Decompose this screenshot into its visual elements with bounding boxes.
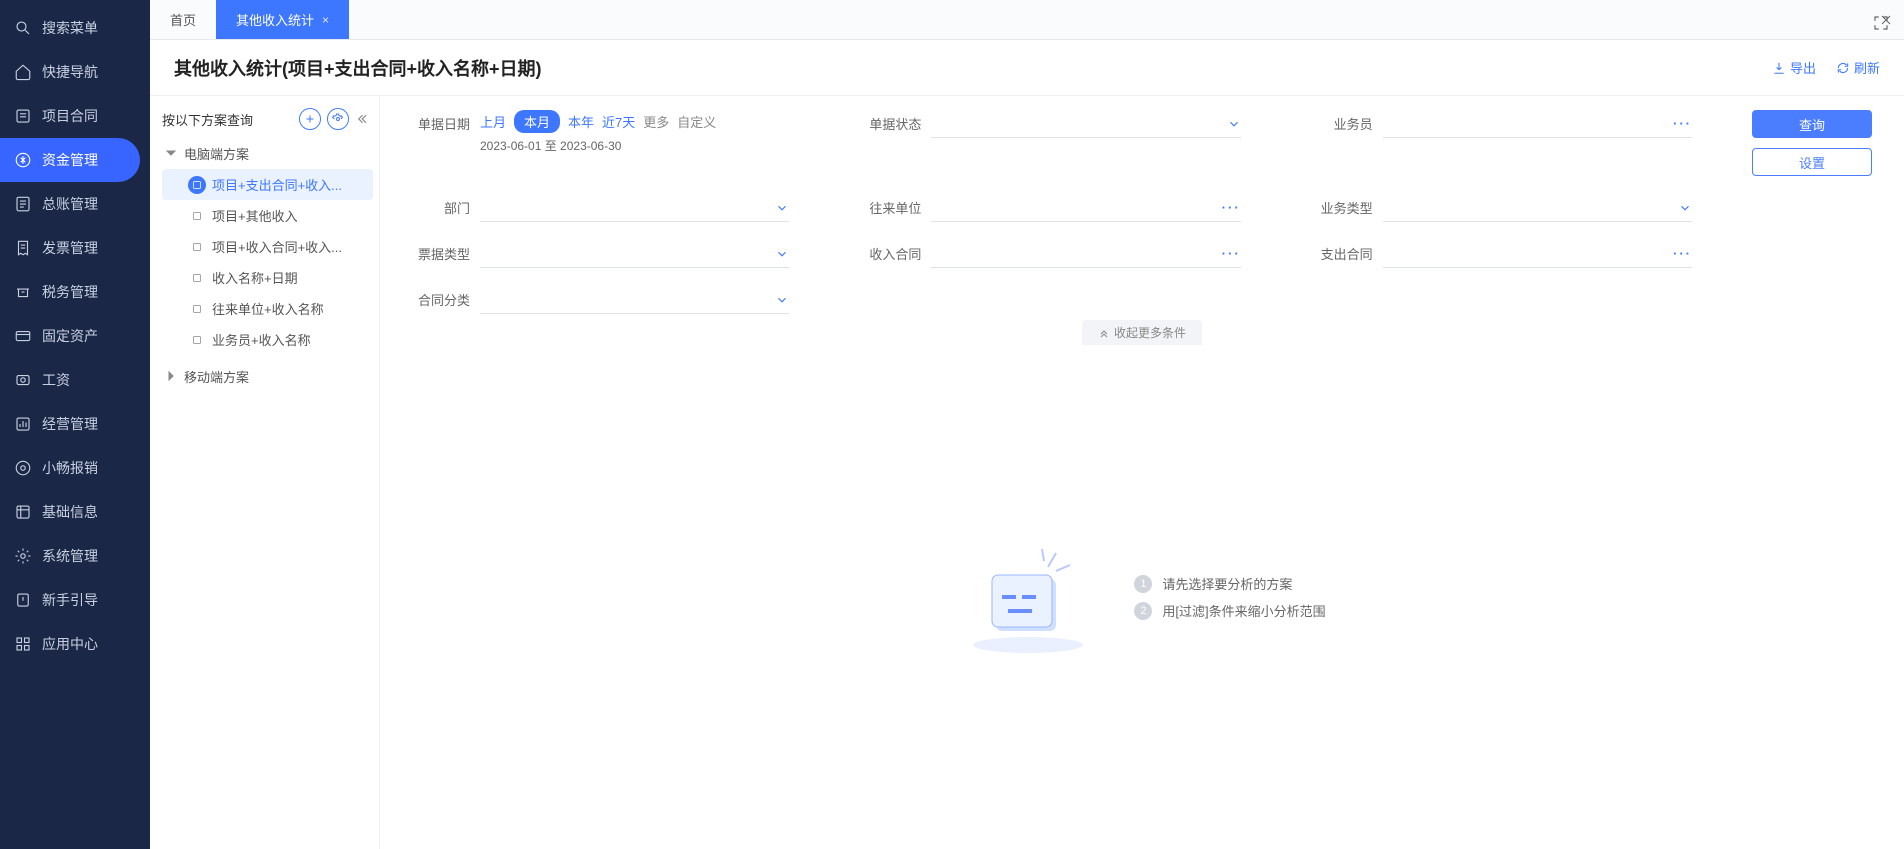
sidebar-item-project[interactable]: 项目合同 — [0, 94, 150, 138]
sidebar-item-apps[interactable]: 应用中心 — [0, 622, 150, 666]
tab-other-income[interactable]: 其他收入统计× — [216, 0, 349, 39]
empty-illustration-icon — [958, 537, 1098, 657]
collapse-filters-button[interactable]: 收起更多条件 — [1082, 320, 1202, 345]
fund-icon — [14, 151, 32, 169]
sidebar-item-invoice[interactable]: 发票管理 — [0, 226, 150, 270]
scheme-s2[interactable]: 项目+其他收入 — [162, 200, 373, 231]
guide-icon — [14, 591, 32, 609]
salesperson-picker[interactable]: ··· — [1383, 110, 1692, 138]
sidebar-item-asset[interactable]: 固定资产 — [0, 314, 150, 358]
dept-select[interactable] — [480, 194, 789, 222]
tab-bar: 首页其他收入统计× — [150, 0, 1904, 40]
filter-expense-contract: 支出合同 ··· — [1301, 240, 1692, 268]
sidebar-item-guide[interactable]: 新手引导 — [0, 578, 150, 622]
sidebar-item-base[interactable]: 基础信息 — [0, 490, 150, 534]
date-option[interactable]: 本年 — [568, 112, 594, 131]
date-option[interactable]: 近7天 — [602, 112, 635, 131]
invoice-icon — [14, 239, 32, 257]
cbx-icon — [14, 459, 32, 477]
income-contract-picker[interactable]: ··· — [931, 240, 1240, 268]
sidebar: 搜索菜单快捷导航项目合同资金管理总账管理发票管理税务管理固定资产工资经营管理小畅… — [0, 0, 150, 849]
empty-state: 1请先选择要分析的方案 2用[过滤]条件来缩小分析范围 — [380, 345, 1904, 849]
empty-step: 1请先选择要分析的方案 — [1134, 574, 1325, 593]
scheme-s5[interactable]: 往来单位+收入名称 — [162, 293, 373, 324]
sidebar-item-sys[interactable]: 系统管理 — [0, 534, 150, 578]
contract-cat-select[interactable] — [480, 286, 789, 314]
status-select[interactable] — [931, 110, 1240, 138]
tree-group-mobile[interactable]: 移动端方案 — [162, 361, 373, 392]
quicknav-icon — [14, 63, 32, 81]
scheme-icon — [188, 269, 206, 287]
sidebar-item-ledger[interactable]: 总账管理 — [0, 182, 150, 226]
ledger-icon — [14, 195, 32, 213]
sidebar-item-fund[interactable]: 资金管理 — [0, 138, 140, 182]
biztype-select[interactable] — [1383, 194, 1692, 222]
sidebar-item-cbx[interactable]: 小畅报销 — [0, 446, 150, 490]
caret-icon — [166, 369, 178, 384]
ticket-select[interactable] — [480, 240, 789, 268]
search-icon — [14, 19, 32, 37]
date-option[interactable]: 更多 — [643, 112, 669, 131]
filter-income-contract: 收入合同 ··· — [849, 240, 1240, 268]
scheme-s6[interactable]: 业务员+收入名称 — [162, 324, 373, 355]
scheme-s1[interactable]: 项目+支出合同+收入... — [162, 169, 373, 200]
partner-picker[interactable]: ··· — [931, 194, 1240, 222]
asset-icon — [14, 327, 32, 345]
date-option[interactable]: 本月 — [514, 110, 560, 133]
date-range-text: 2023-06-01 至 2023-06-30 — [480, 137, 789, 154]
scheme-icon — [188, 331, 206, 349]
filter-partner: 往来单位 ··· — [849, 194, 1240, 222]
query-button[interactable]: 查询 — [1752, 110, 1872, 138]
scheme-s3[interactable]: 项目+收入合同+收入... — [162, 231, 373, 262]
scheme-settings-button[interactable] — [327, 108, 349, 130]
scheme-icon — [188, 300, 206, 318]
scheme-icon — [188, 238, 206, 256]
add-scheme-button[interactable] — [299, 108, 321, 130]
filter-status: 单据状态 — [849, 110, 1240, 138]
date-option[interactable]: 上月 — [480, 112, 506, 131]
expense-contract-picker[interactable]: ··· — [1383, 240, 1692, 268]
project-icon — [14, 107, 32, 125]
salary-icon — [14, 371, 32, 389]
sidebar-item-tax[interactable]: 税务管理 — [0, 270, 150, 314]
fullscreen-button[interactable] — [1872, 14, 1890, 35]
refresh-button[interactable]: 刷新 — [1836, 58, 1880, 77]
scheme-icon — [188, 207, 206, 225]
title-row: 其他收入统计(项目+支出合同+收入名称+日期) 导出 刷新 — [150, 40, 1904, 96]
biz-icon — [14, 415, 32, 433]
filter-dept: 部门 — [398, 194, 789, 222]
sidebar-item-biz[interactable]: 经营管理 — [0, 402, 150, 446]
apps-icon — [14, 635, 32, 653]
filter-salesperson: 业务员 ··· — [1301, 110, 1692, 138]
filter-ticket: 票据类型 — [398, 240, 789, 268]
empty-step: 2用[过滤]条件来缩小分析范围 — [1134, 601, 1325, 620]
scheme-header: 按以下方案查询 — [162, 110, 293, 129]
scheme-s4[interactable]: 收入名称+日期 — [162, 262, 373, 293]
scheme-icon — [188, 176, 206, 194]
base-icon — [14, 503, 32, 521]
caret-icon — [166, 146, 178, 161]
page-title: 其他收入统计(项目+支出合同+收入名称+日期) — [174, 55, 1752, 81]
tax-icon — [14, 283, 32, 301]
sidebar-item-salary[interactable]: 工资 — [0, 358, 150, 402]
tree-group-pc[interactable]: 电脑端方案 — [162, 138, 373, 169]
sys-icon — [14, 547, 32, 565]
sidebar-item-quicknav[interactable]: 快捷导航 — [0, 50, 150, 94]
date-option[interactable]: 自定义 — [677, 112, 716, 131]
scheme-panel: 按以下方案查询 电脑端方案项目+支出合同+收入...项目+其他收入项目+收入合同… — [150, 96, 380, 849]
filter-date: 单据日期 上月本月本年近7天更多自定义 2023-06-01 至 2023-06… — [398, 110, 789, 154]
export-button[interactable]: 导出 — [1772, 58, 1816, 77]
main: 首页其他收入统计× 其他收入统计(项目+支出合同+收入名称+日期) 导出 刷新 … — [150, 0, 1904, 849]
collapse-panel-button[interactable] — [355, 112, 373, 126]
settings-button[interactable]: 设置 — [1752, 148, 1872, 176]
filter-contract-cat: 合同分类 — [398, 286, 789, 314]
tab-home[interactable]: 首页 — [150, 0, 216, 39]
sidebar-item-search[interactable]: 搜索菜单 — [0, 6, 150, 50]
filter-biztype: 业务类型 — [1301, 194, 1692, 222]
close-icon[interactable]: × — [322, 13, 329, 27]
